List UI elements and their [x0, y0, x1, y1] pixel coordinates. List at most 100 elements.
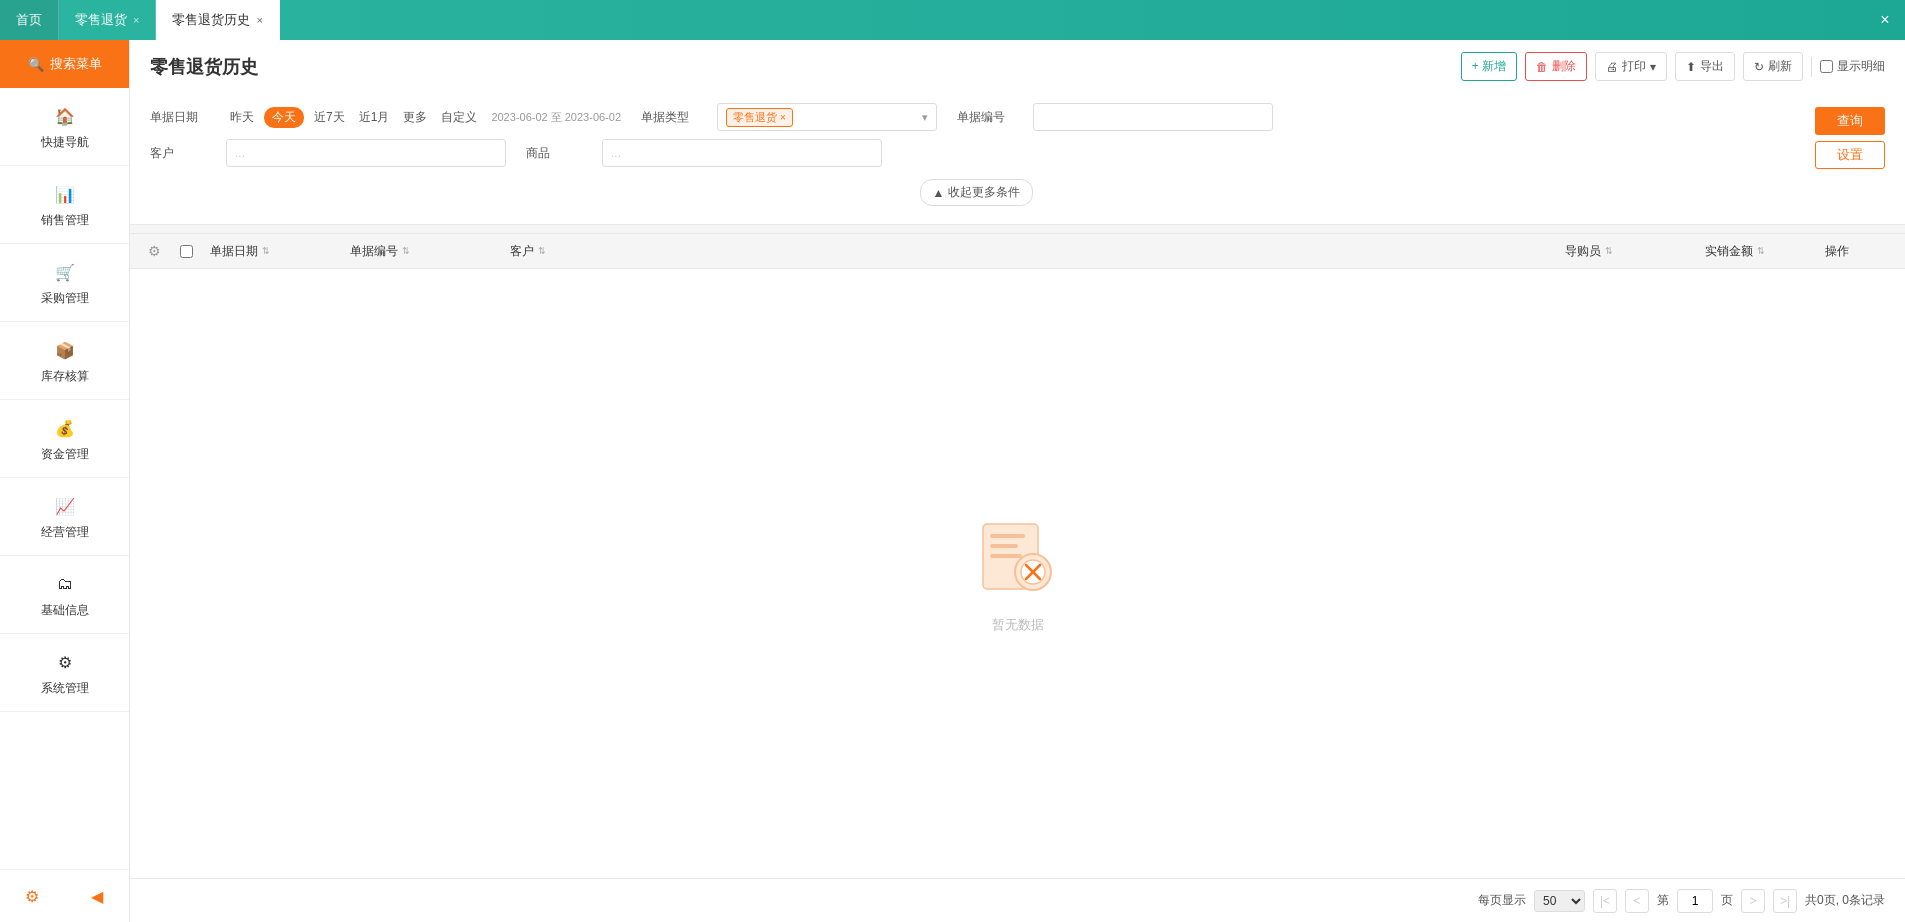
date-shortcut-1month[interactable]: 近1月 [355, 107, 394, 128]
sidebar-item-operations[interactable]: 📈 经营管理 [0, 478, 129, 556]
filter-bill-no-input[interactable] [1033, 103, 1273, 131]
content-area: 零售退货历史 + 新增 🗑 删除 🖨 打印 ▾ ⬆ [130, 40, 1905, 922]
sidebar-item-sales-label: 销售管理 [41, 212, 89, 229]
empty-state: 暂无数据 [130, 269, 1905, 878]
customer-placeholder: ... [235, 146, 245, 160]
th-guide[interactable]: 导购员 ⇅ [1557, 243, 1697, 260]
sidebar-item-purchase-label: 采购管理 [41, 290, 89, 307]
first-page-button[interactable]: |< [1593, 889, 1617, 913]
sidebar-item-inventory-label: 库存核算 [41, 368, 89, 385]
page-input[interactable] [1677, 889, 1713, 913]
basic-info-icon: 🗂 [51, 570, 79, 598]
empty-text: 暂无数据 [992, 616, 1044, 634]
filter-bill-no-label: 单据编号 [957, 109, 1027, 126]
bill-type-tag-label: 零售退货 [733, 110, 777, 125]
bill-type-dropdown-arrow: ▾ [922, 111, 928, 124]
refresh-button-label: 刷新 [1768, 58, 1792, 75]
delete-button[interactable]: 🗑 删除 [1525, 52, 1587, 81]
toolbar: + 新增 🗑 删除 🖨 打印 ▾ ⬆ 导出 [1461, 52, 1885, 81]
filter-settings-button[interactable]: 设置 [1815, 141, 1885, 169]
bill-type-tag[interactable]: 零售退货 × [726, 108, 793, 127]
th-bill-no-label: 单据编号 [350, 243, 398, 260]
last-page-button[interactable]: >| [1773, 889, 1797, 913]
th-amount[interactable]: 实销金额 ⇅ [1697, 243, 1817, 260]
table-settings-icon[interactable]: ⚙ [138, 243, 170, 259]
total-text: 共0页, 0条记录 [1805, 892, 1885, 909]
window-close-button[interactable]: × [1865, 0, 1905, 40]
filter-goods-select[interactable]: ... [602, 139, 882, 167]
new-button[interactable]: + 新增 [1461, 52, 1517, 81]
tab-retail-return[interactable]: 零售退货 × [59, 0, 156, 40]
sidebar-item-system[interactable]: ⚙ 系统管理 [0, 634, 129, 712]
date-shortcut-more[interactable]: 更多 [399, 107, 431, 128]
finance-icon: 💰 [51, 414, 79, 442]
filter-goods-label: 商品 [526, 145, 596, 162]
sidebar-item-basic-info[interactable]: 🗂 基础信息 [0, 556, 129, 634]
export-icon: ⬆ [1686, 60, 1696, 74]
print-button[interactable]: 🖨 打印 ▾ [1595, 52, 1667, 81]
date-range-text: 2023-06-02 至 2023-06-02 [491, 110, 621, 125]
date-shortcut-7days[interactable]: 近7天 [310, 107, 349, 128]
th-bill-no-sort-icon: ⇅ [402, 246, 410, 256]
th-customer-label: 客户 [510, 243, 534, 260]
export-button[interactable]: ⬆ 导出 [1675, 52, 1735, 81]
show-detail-checkbox[interactable] [1820, 60, 1833, 73]
table-header: ⚙ 单据日期 ⇅ 单据编号 ⇅ 客户 ⇅ 导购员 ⇅ [130, 233, 1905, 269]
per-page-select[interactable]: 20 50 100 200 [1534, 890, 1585, 912]
tab-retail-return-history-close[interactable]: × [256, 14, 262, 26]
filter-date-field: 单据日期 昨天 今天 近7天 近1月 更多 自定义 2023-06-02 至 2… [150, 107, 621, 128]
th-operate-label: 操作 [1825, 243, 1849, 260]
date-shortcut-custom[interactable]: 自定义 [437, 107, 481, 128]
sidebar: 🔍 搜索菜单 🏠 快捷导航 📊 销售管理 🛒 采购管理 📦 库存核算 💰 资金管… [0, 40, 130, 922]
th-guide-label: 导购员 [1565, 243, 1601, 260]
filter-bill-type-field: 单据类型 零售退货 × ▾ [641, 103, 937, 131]
filter-bill-type-select[interactable]: 零售退货 × ▾ [717, 103, 937, 131]
filter-row-1: 单据日期 昨天 今天 近7天 近1月 更多 自定义 2023-06-02 至 2… [150, 103, 1803, 131]
tab-home[interactable]: + 新增 首页 [0, 0, 59, 40]
th-date-sort-icon: ⇅ [262, 246, 270, 256]
next-page-button[interactable]: > [1741, 889, 1765, 913]
th-bill-no[interactable]: 单据编号 ⇅ [342, 243, 502, 260]
tab-retail-return-label: 零售退货 [75, 11, 127, 29]
empty-state-icon [968, 514, 1068, 604]
table-select-all-checkbox[interactable] [170, 245, 202, 258]
query-button[interactable]: 查询 [1815, 107, 1885, 135]
sidebar-collapse-btn[interactable]: ◀ [81, 880, 113, 912]
th-date[interactable]: 单据日期 ⇅ [202, 243, 342, 260]
sidebar-item-finance[interactable]: 💰 资金管理 [0, 400, 129, 478]
select-all-checkbox[interactable] [180, 245, 193, 258]
tab-home-text: 首页 [16, 11, 42, 29]
sidebar-item-inventory[interactable]: 📦 库存核算 [0, 322, 129, 400]
delete-button-label: 删除 [1552, 58, 1576, 75]
svg-rect-2 [990, 544, 1018, 548]
tab-retail-return-close[interactable]: × [133, 14, 139, 26]
sidebar-search[interactable]: 🔍 搜索菜单 [0, 40, 129, 88]
collapse-filter-button[interactable]: ▲ 收起更多条件 [920, 179, 1034, 206]
nav-icon: 🏠 [51, 102, 79, 130]
th-operate: 操作 [1817, 243, 1897, 260]
collapse-icon: ▲ [933, 186, 945, 200]
sidebar-item-nav[interactable]: 🏠 快捷导航 [0, 88, 129, 166]
refresh-button[interactable]: ↻ 刷新 [1743, 52, 1803, 81]
tab-retail-return-history[interactable]: 零售退货历史 × [156, 0, 279, 40]
bill-type-tag-close[interactable]: × [780, 112, 786, 123]
prev-page-button[interactable]: < [1625, 889, 1649, 913]
th-customer[interactable]: 客户 ⇅ [502, 243, 1557, 260]
page-header: 零售退货历史 + 新增 🗑 删除 🖨 打印 ▾ ⬆ [130, 40, 1905, 225]
collapse-label: 收起更多条件 [948, 184, 1020, 201]
date-shortcut-today[interactable]: 今天 [264, 107, 304, 128]
table-area: ⚙ 单据日期 ⇅ 单据编号 ⇅ 客户 ⇅ 导购员 ⇅ [130, 233, 1905, 922]
sales-icon: 📊 [51, 180, 79, 208]
th-amount-label: 实销金额 [1705, 243, 1753, 260]
topbar-tabs: + 新增 首页 零售退货 × 零售退货历史 × [0, 0, 1865, 40]
filter-container: 单据日期 昨天 今天 近7天 近1月 更多 自定义 2023-06-02 至 2… [150, 103, 1885, 216]
date-shortcut-yesterday[interactable]: 昨天 [226, 107, 258, 128]
show-detail-checkbox-wrap[interactable]: 显示明细 [1820, 58, 1885, 75]
filter-bill-no-field: 单据编号 [957, 103, 1273, 131]
toolbar-divider [1811, 57, 1812, 77]
operations-icon: 📈 [51, 492, 79, 520]
sidebar-item-sales[interactable]: 📊 销售管理 [0, 166, 129, 244]
sidebar-settings-btn[interactable]: ⚙ [16, 880, 48, 912]
filter-customer-select[interactable]: ... [226, 139, 506, 167]
sidebar-item-purchase[interactable]: 🛒 采购管理 [0, 244, 129, 322]
